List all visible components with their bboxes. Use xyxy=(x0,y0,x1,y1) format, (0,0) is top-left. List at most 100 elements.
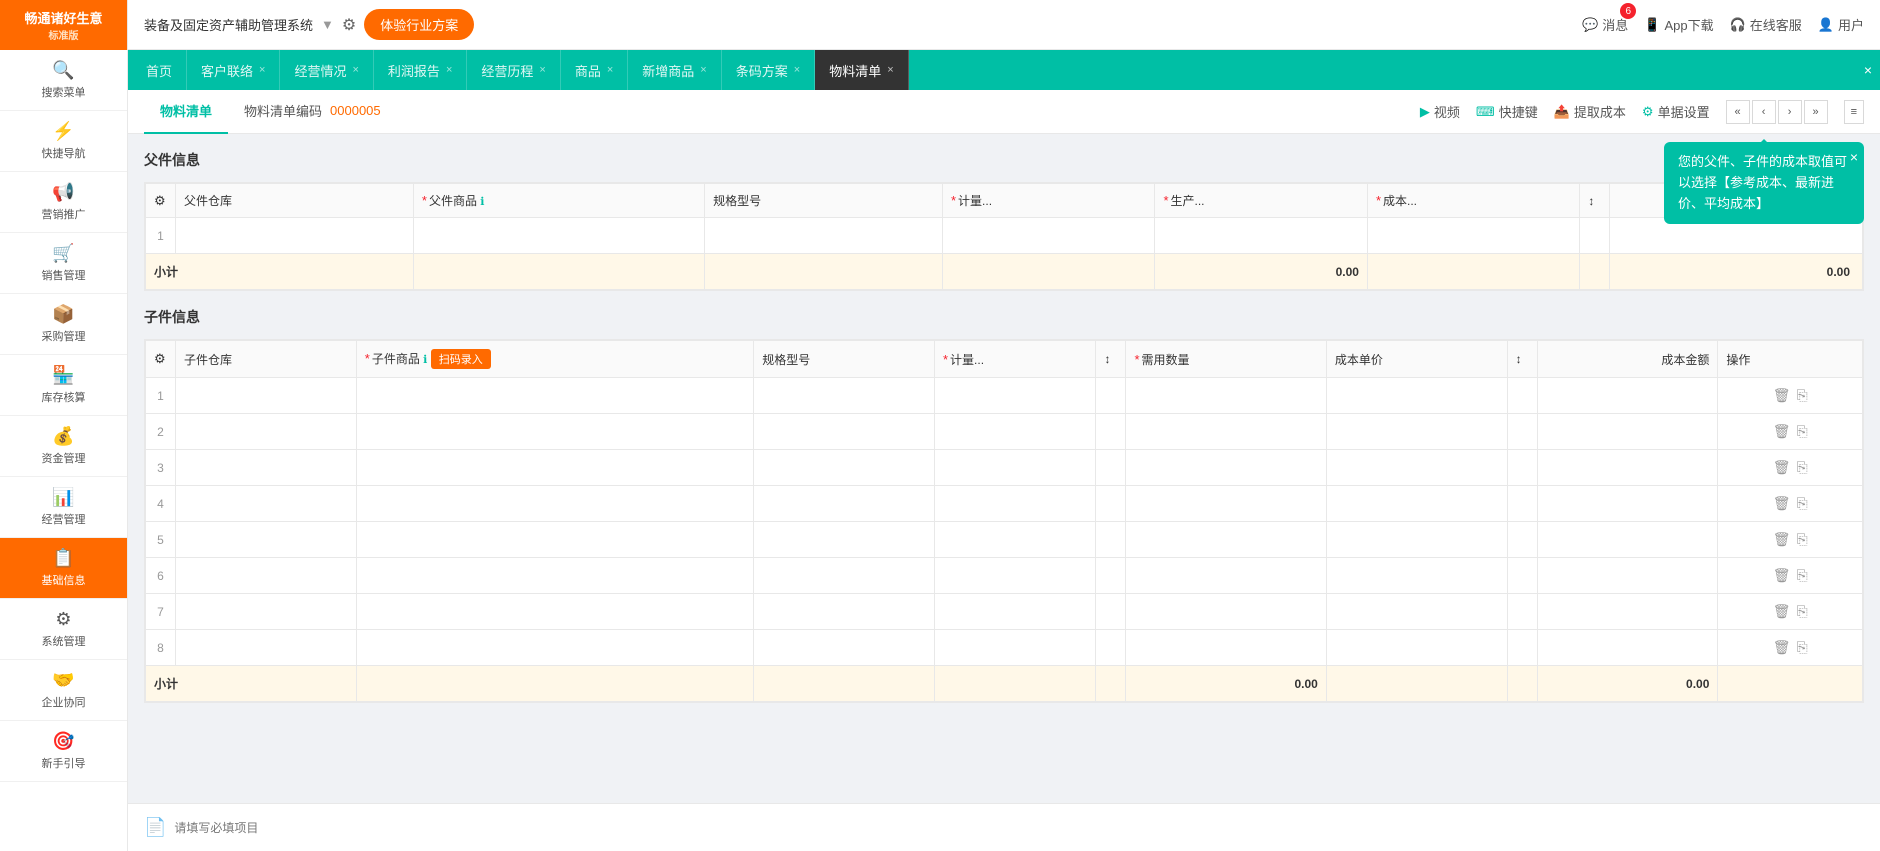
sidebar-item-sales[interactable]: 🛒 销售管理 xyxy=(0,233,127,294)
delete-icon[interactable]: 🗑 xyxy=(1773,387,1791,404)
tooltip-close[interactable]: × xyxy=(1850,146,1858,168)
child-cell-spec[interactable] xyxy=(754,594,935,630)
child-cell-unit-price[interactable] xyxy=(1326,558,1507,594)
sidebar-item-operations[interactable]: 📊 经营管理 xyxy=(0,477,127,538)
child-cell-warehouse[interactable] xyxy=(176,522,357,558)
child-cell-cost-amount[interactable] xyxy=(1537,594,1718,630)
menu-btn[interactable]: ≡ xyxy=(1844,100,1864,124)
message-item[interactable]: 💬 6 消息 xyxy=(1582,15,1628,34)
child-cell-unit[interactable] xyxy=(934,558,1095,594)
settings-icon[interactable]: ⚙ xyxy=(342,15,356,35)
parent-cell-unit[interactable] xyxy=(942,218,1154,254)
child-cell-qty[interactable] xyxy=(1126,414,1326,450)
prev-btn[interactable]: ‹ xyxy=(1752,100,1776,124)
delete-icon[interactable]: 🗑 xyxy=(1773,423,1791,440)
sidebar-item-basicinfo[interactable]: 📋 基础信息 xyxy=(0,538,127,599)
close-icon[interactable]: × xyxy=(794,64,800,76)
child-cell-unit-price[interactable] xyxy=(1326,594,1507,630)
parent-cell-cost[interactable] xyxy=(1367,218,1579,254)
child-cell-warehouse[interactable] xyxy=(176,630,357,666)
nav-tab-home[interactable]: 首页 xyxy=(132,50,187,90)
sidebar-item-enterprise[interactable]: 🤝 企业协同 xyxy=(0,660,127,721)
child-cell-qty[interactable] xyxy=(1126,630,1326,666)
close-icon[interactable]: × xyxy=(700,64,706,76)
shortcut-btn[interactable]: ⌨ 快捷键 xyxy=(1476,102,1538,121)
child-cell-cost-amount[interactable] xyxy=(1537,522,1718,558)
child-cell-unit[interactable] xyxy=(934,450,1095,486)
child-cell-warehouse[interactable] xyxy=(176,558,357,594)
child-cell-warehouse[interactable] xyxy=(176,378,357,414)
view-btn[interactable]: ▶ 视频 xyxy=(1420,102,1460,121)
child-cell-spec[interactable] xyxy=(754,378,935,414)
parent-cell-warehouse[interactable] xyxy=(176,218,414,254)
next-last-btn[interactable]: » xyxy=(1804,100,1828,124)
nav-tab-history[interactable]: 经营历程 × xyxy=(467,50,560,90)
sub-tab-bom-code[interactable]: 物料清单编码 0000005 xyxy=(228,90,397,134)
child-cell-cost-amount[interactable] xyxy=(1537,450,1718,486)
child-cell-unit[interactable] xyxy=(934,378,1095,414)
child-cell-qty[interactable] xyxy=(1126,594,1326,630)
child-cell-warehouse[interactable] xyxy=(176,486,357,522)
child-cell-cost-amount[interactable] xyxy=(1537,378,1718,414)
nav-tab-operations[interactable]: 经营情况 × xyxy=(280,50,373,90)
child-cell-unit-price[interactable] xyxy=(1326,630,1507,666)
copy-icon[interactable]: ⎘ xyxy=(1796,531,1807,548)
child-cell-cost-amount[interactable] xyxy=(1537,558,1718,594)
child-cell-qty[interactable] xyxy=(1126,522,1326,558)
delete-icon[interactable]: 🗑 xyxy=(1773,603,1791,620)
sidebar-item-finance[interactable]: 💰 资金管理 xyxy=(0,416,127,477)
nav-tab-add-goods[interactable]: 新增商品 × xyxy=(628,50,721,90)
child-cell-warehouse[interactable] xyxy=(176,594,357,630)
child-cell-product[interactable] xyxy=(356,558,753,594)
nav-tab-bom[interactable]: 物料清单 × xyxy=(815,50,908,90)
child-cell-unit[interactable] xyxy=(934,630,1095,666)
child-cell-product[interactable] xyxy=(356,594,753,630)
child-cell-spec[interactable] xyxy=(754,414,935,450)
child-cell-qty[interactable] xyxy=(1126,450,1326,486)
sidebar-item-guide[interactable]: 🎯 新手引导 xyxy=(0,721,127,782)
child-cell-warehouse[interactable] xyxy=(176,414,357,450)
nav-tab-profit[interactable]: 利润报告 × xyxy=(374,50,467,90)
close-icon[interactable]: × xyxy=(259,64,265,76)
child-cell-unit-price[interactable] xyxy=(1326,522,1507,558)
prev-first-btn[interactable]: « xyxy=(1726,100,1750,124)
child-cell-spec[interactable] xyxy=(754,522,935,558)
close-icon[interactable]: × xyxy=(446,64,452,76)
copy-icon[interactable]: ⎘ xyxy=(1796,495,1807,512)
child-cell-cost-amount[interactable] xyxy=(1537,486,1718,522)
user-item[interactable]: 👤 用户 xyxy=(1818,15,1864,34)
copy-icon[interactable]: ⎘ xyxy=(1796,567,1807,584)
close-icon[interactable]: × xyxy=(607,64,613,76)
parent-cell-production[interactable] xyxy=(1155,218,1367,254)
child-col-settings[interactable]: ⚙ xyxy=(146,341,176,378)
child-cell-unit[interactable] xyxy=(934,486,1095,522)
nav-tab-goods[interactable]: 商品 × xyxy=(561,50,628,90)
child-cell-product[interactable] xyxy=(356,522,753,558)
child-cell-product[interactable] xyxy=(356,378,753,414)
sidebar-item-purchase[interactable]: 📦 采购管理 xyxy=(0,294,127,355)
child-cell-unit-price[interactable] xyxy=(1326,486,1507,522)
child-cell-qty[interactable] xyxy=(1126,486,1326,522)
next-btn[interactable]: › xyxy=(1778,100,1802,124)
sidebar-item-system[interactable]: ⚙ 系统管理 xyxy=(0,599,127,660)
delete-icon[interactable]: 🗑 xyxy=(1773,567,1791,584)
sidebar-item-search[interactable]: 🔍 搜索菜单 xyxy=(0,50,127,111)
parent-cell-spec[interactable] xyxy=(705,218,943,254)
child-cell-cost-amount[interactable] xyxy=(1537,414,1718,450)
child-cell-spec[interactable] xyxy=(754,558,935,594)
child-cell-unit[interactable] xyxy=(934,594,1095,630)
nav-tab-barcode[interactable]: 条码方案 × xyxy=(722,50,815,90)
delete-icon[interactable]: 🗑 xyxy=(1773,531,1791,548)
child-cell-qty[interactable] xyxy=(1126,558,1326,594)
child-cell-product[interactable] xyxy=(356,414,753,450)
child-cell-unit-price[interactable] xyxy=(1326,414,1507,450)
extract-cost-btn[interactable]: 📤 提取成本 xyxy=(1554,102,1626,121)
copy-icon[interactable]: ⎘ xyxy=(1796,639,1807,656)
sidebar-item-inventory[interactable]: 🏪 库存核算 xyxy=(0,355,127,416)
sidebar-item-quicknav[interactable]: ⚡ 快捷导航 xyxy=(0,111,127,172)
single-settings-btn[interactable]: ⚙ 单据设置 xyxy=(1642,102,1710,121)
close-icon[interactable]: × xyxy=(352,64,358,76)
child-cell-spec[interactable] xyxy=(754,486,935,522)
close-icon[interactable]: × xyxy=(539,64,545,76)
sidebar-item-marketing[interactable]: 📢 营销推广 xyxy=(0,172,127,233)
